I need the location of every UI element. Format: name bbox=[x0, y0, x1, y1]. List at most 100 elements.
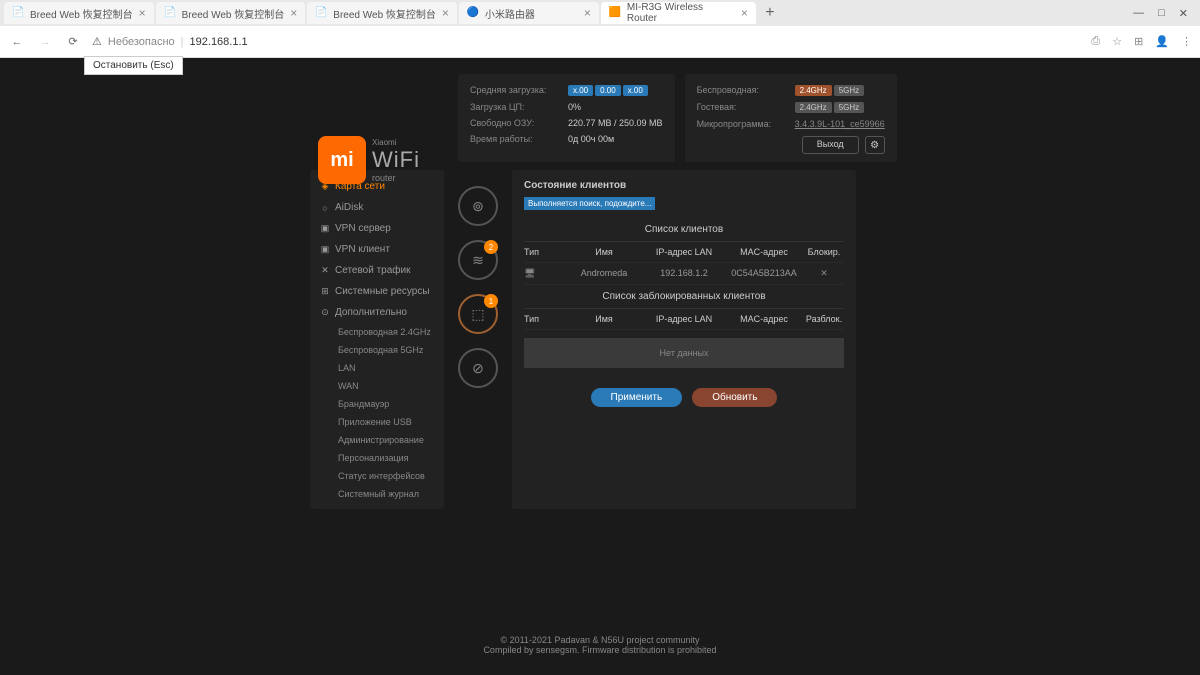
share-icon[interactable]: ⎙ bbox=[1091, 35, 1100, 48]
band-pill[interactable]: 5GHz bbox=[834, 102, 864, 113]
close-icon[interactable]: × bbox=[741, 6, 748, 20]
col-name: Имя bbox=[564, 247, 644, 257]
icon-column: ⊚ ≋2 ⬚1 ⊘ bbox=[458, 170, 498, 509]
window-controls: — □ ✕ bbox=[1133, 7, 1196, 20]
firmware-label: Микропрограмма: bbox=[697, 119, 787, 129]
maximize-icon[interactable]: □ bbox=[1158, 7, 1165, 20]
sidebar-item-resources[interactable]: ⊞ Системные ресурсы bbox=[310, 281, 444, 302]
device-icon: 🖥 bbox=[524, 268, 564, 279]
page-icon: 📄 bbox=[164, 7, 176, 19]
sidebar-sub-wan[interactable]: WAN bbox=[310, 377, 444, 395]
sidebar-sub-admin[interactable]: Администрирование bbox=[310, 431, 444, 449]
browser-tab[interactable]: 🔵小米路由器× bbox=[459, 2, 599, 24]
forward-button[interactable]: → bbox=[36, 33, 54, 51]
settings-button[interactable]: ⚙ bbox=[865, 136, 885, 154]
block-button[interactable]: ✕ bbox=[804, 268, 844, 279]
logout-button[interactable]: Выход bbox=[802, 136, 859, 154]
sidebar-sub-ifstatus[interactable]: Статус интерфейсов bbox=[310, 467, 444, 485]
close-icon[interactable]: × bbox=[442, 6, 449, 20]
status-icon-clients[interactable]: ⬚1 bbox=[458, 294, 498, 334]
close-icon[interactable]: × bbox=[584, 6, 591, 20]
traffic-icon: ✕ bbox=[320, 265, 330, 276]
no-data-text: Нет данных bbox=[524, 338, 844, 368]
table-header-row: Тип Имя IP-адрес LAN MAC-адрес Разблок. bbox=[524, 309, 844, 330]
col-type: Тип bbox=[524, 314, 564, 324]
menu-icon[interactable]: ⋮ bbox=[1181, 35, 1192, 48]
refresh-button[interactable]: Обновить bbox=[692, 388, 777, 407]
col-mac: MAC-адрес bbox=[724, 247, 804, 257]
tab-title: MI-R3G Wireless Router bbox=[627, 2, 735, 24]
footer-compiled: Compiled by sensegsm. Firmware distribut… bbox=[0, 645, 1200, 655]
uptime-val: 0д 00ч 00м bbox=[568, 134, 614, 144]
tab-title: Breed Web 恢复控制台 bbox=[30, 6, 133, 21]
cpu-load-label: Загрузка ЦП: bbox=[470, 102, 560, 112]
sidebar-item-aidisk[interactable]: ○AiDisk bbox=[310, 197, 444, 218]
sidebar-sub-wifi5[interactable]: Беспроводная 5GHz bbox=[310, 341, 444, 359]
client-mac: 0C54A5B213AA bbox=[724, 268, 804, 279]
back-button[interactable]: ← bbox=[8, 33, 26, 51]
table-header-row: Тип Имя IP-адрес LAN MAC-адрес Блокир. bbox=[524, 242, 844, 263]
wifi-text: WiFi bbox=[372, 147, 420, 173]
content-panel: Состояние клиентов Выполняется поиск, по… bbox=[512, 170, 856, 509]
close-icon[interactable]: × bbox=[290, 6, 297, 20]
cpu-avg-val: x.00 bbox=[568, 85, 593, 96]
address-bar: ← → ⟳ ⚠ Небезопасно | 192.168.1.1 ⎙ ☆ ⊞ … bbox=[0, 26, 1200, 58]
browser-tab[interactable]: 📄Breed Web 恢复控制台× bbox=[156, 2, 306, 24]
browser-tab-active[interactable]: 🟧 MI-R3G Wireless Router × bbox=[601, 2, 756, 24]
sidebar-sub-usb[interactable]: Приложение USB bbox=[310, 413, 444, 431]
close-icon[interactable]: × bbox=[139, 6, 146, 20]
col-type: Тип bbox=[524, 247, 564, 257]
advanced-icon: ⊙ bbox=[320, 307, 330, 318]
sidebar-sub-wifi24[interactable]: Беспроводная 2.4GHz bbox=[310, 323, 444, 341]
reload-button[interactable]: ⟳ bbox=[64, 33, 82, 51]
client-ip: 192.168.1.2 bbox=[644, 268, 724, 279]
loading-text: Выполняется поиск, подождите... bbox=[524, 197, 655, 210]
ram-label: Свободно ОЗУ: bbox=[470, 118, 560, 128]
sidebar-item-advanced[interactable]: ⊙ Дополнительно bbox=[310, 302, 444, 323]
sidebar-label: Дополнительно bbox=[335, 307, 407, 318]
sidebar-sub-syslog[interactable]: Системный журнал bbox=[310, 485, 444, 503]
extensions-icon[interactable]: ⊞ bbox=[1134, 35, 1143, 48]
stop-tooltip: Остановить (Esc) bbox=[84, 56, 183, 75]
apply-button[interactable]: Применить bbox=[591, 388, 683, 407]
page-icon: 📄 bbox=[12, 7, 24, 19]
cpu-load-val: 0% bbox=[568, 102, 581, 112]
footer: © 2011-2021 Padavan & N56U project commu… bbox=[0, 615, 1200, 675]
router-page: mi Xiaomi WiFi router Средняя загрузка:x… bbox=[0, 58, 1200, 675]
new-tab-button[interactable]: + bbox=[758, 2, 782, 24]
status-icon-globe[interactable]: ⊚ bbox=[458, 186, 498, 226]
band-pill[interactable]: 5GHz bbox=[834, 85, 864, 96]
cpu-avg-label: Средняя загрузка: bbox=[470, 85, 560, 96]
status-icon-usb[interactable]: ⊘ bbox=[458, 348, 498, 388]
sidebar-item-traffic[interactable]: ✕Сетевой трафик bbox=[310, 260, 444, 281]
blocked-list-header: Список заблокированных клиентов bbox=[524, 285, 844, 309]
network-panel: Беспроводная:2.4GHz5GHz Гостевая:2.4GHz5… bbox=[685, 74, 897, 162]
resources-icon: ⊞ bbox=[320, 286, 330, 297]
sidebar-sub-lan[interactable]: LAN bbox=[310, 359, 444, 377]
sidebar-item-vpnclient[interactable]: ▣VPN клиент bbox=[310, 239, 444, 260]
minimize-icon[interactable]: — bbox=[1133, 7, 1144, 20]
sidebar-item-vpnserver[interactable]: ▣VPN сервер bbox=[310, 218, 444, 239]
col-block: Блокир. bbox=[804, 247, 844, 257]
browser-tab[interactable]: 📄 Breed Web 恢复控制台 × bbox=[4, 2, 154, 24]
badge: 2 bbox=[484, 240, 498, 254]
favorite-icon[interactable]: ☆ bbox=[1112, 35, 1122, 48]
band-pill[interactable]: 2.4GHz bbox=[795, 85, 832, 96]
router-text: router bbox=[372, 173, 420, 183]
status-icon-wifi[interactable]: ≋2 bbox=[458, 240, 498, 280]
footer-copyright: © 2011-2021 Padavan & N56U project commu… bbox=[0, 635, 1200, 645]
url-input[interactable]: ⚠ Небезопасно | 192.168.1.1 bbox=[92, 35, 248, 48]
sidebar-sub-firewall[interactable]: Брандмауэр bbox=[310, 395, 444, 413]
band-pill[interactable]: 2.4GHz bbox=[795, 102, 832, 113]
close-window-icon[interactable]: ✕ bbox=[1179, 7, 1188, 20]
firmware-version[interactable]: 3.4.3.9L-101_ce59966 bbox=[795, 119, 885, 129]
browser-tab[interactable]: 📄Breed Web 恢复控制台× bbox=[307, 2, 457, 24]
router-icon: 🟧 bbox=[609, 7, 621, 19]
profile-icon[interactable]: 👤 bbox=[1155, 35, 1169, 48]
sidebar-label: Системные ресурсы bbox=[335, 286, 430, 297]
col-mac: MAC-адрес bbox=[724, 314, 804, 324]
sidebar-sub-personalize[interactable]: Персонализация bbox=[310, 449, 444, 467]
tab-bar: 📄Breed Web 恢复控制台× 📄Breed Web 恢复控制台× 📄Bre… bbox=[0, 0, 1200, 26]
sidebar-label: VPN клиент bbox=[335, 244, 390, 255]
cpu-avg-val: x.00 bbox=[623, 85, 648, 96]
